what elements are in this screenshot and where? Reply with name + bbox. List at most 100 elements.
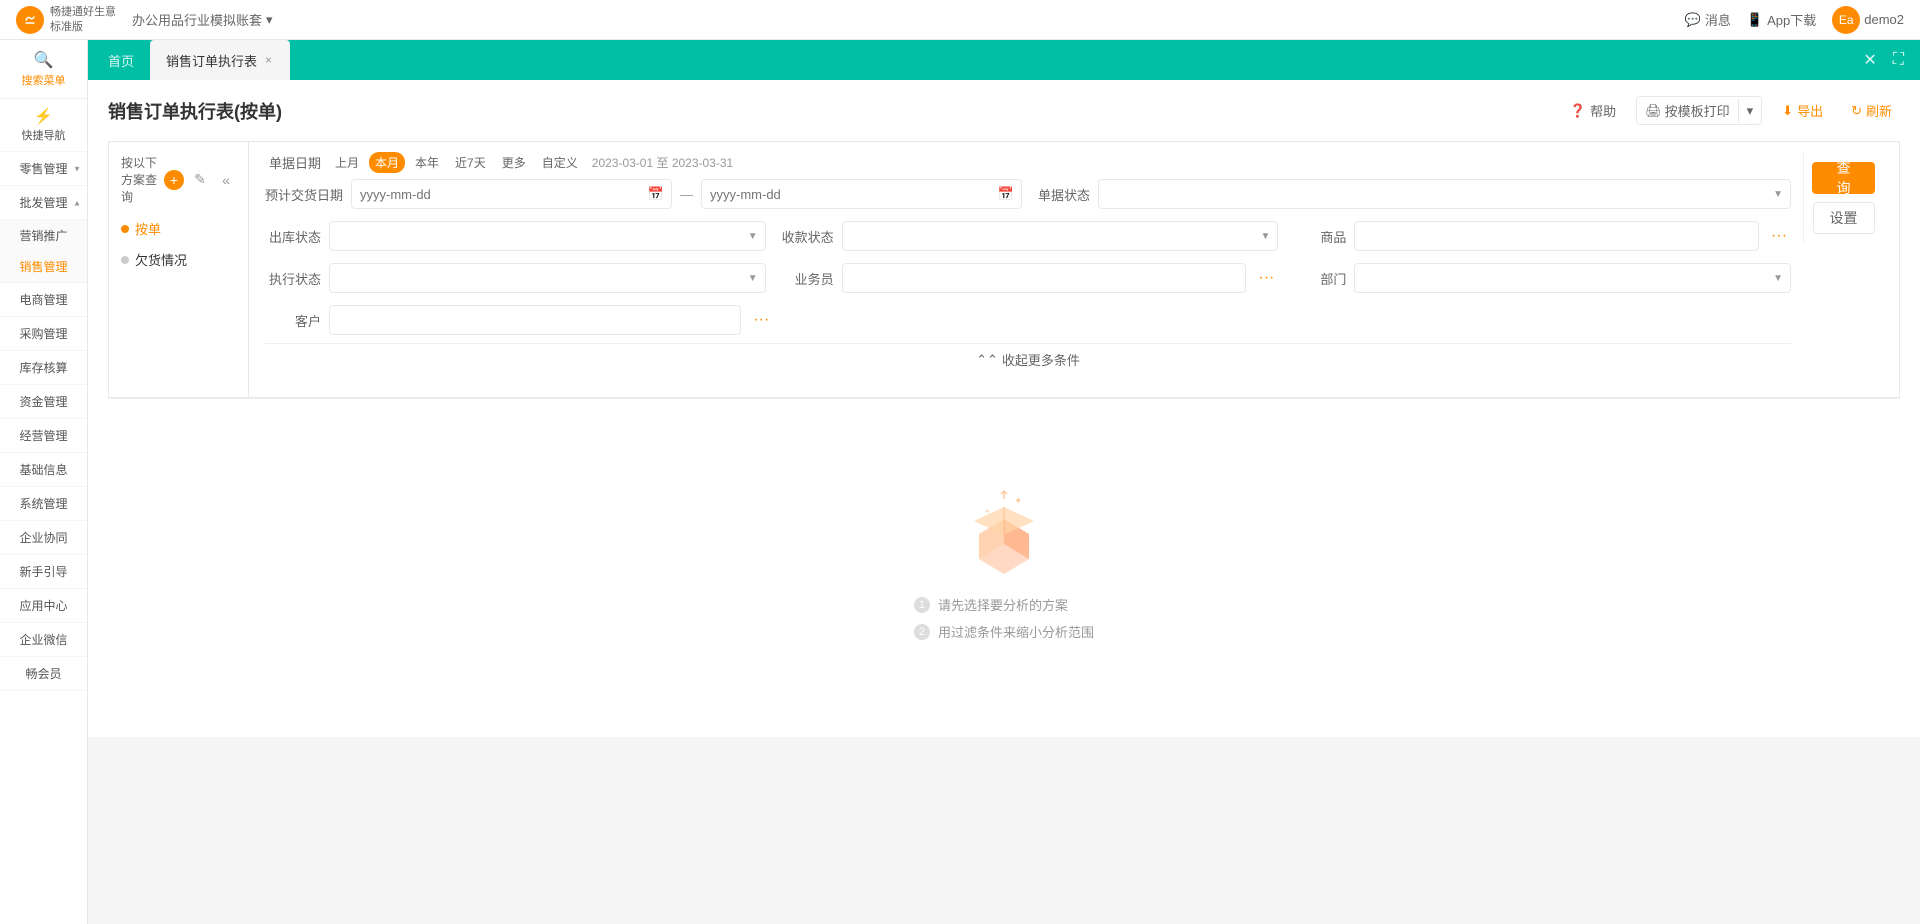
print-btn-group: 🖨 按模板打印 ▾ — [1636, 96, 1762, 125]
collapse-sidebar-button[interactable]: « — [216, 170, 236, 190]
refresh-button[interactable]: ↻ 刷新 — [1843, 97, 1900, 124]
logo-area: 畅捷通好生意 标准版 — [16, 5, 116, 34]
delivery-status-group: 出库状态 ▼ — [265, 221, 766, 251]
collection-status-group: 收款状态 ▼ — [778, 221, 1279, 251]
sidebar-item-system[interactable]: 系统管理 — [0, 487, 87, 521]
empty-state: ✦ ✦ 1 请先选择要分析的方案 2 用过滤条件来缩小分析范围 — [108, 399, 1900, 721]
sidebar-item-retail[interactable]: 零售管理 — [0, 152, 87, 186]
salesman-input[interactable] — [842, 263, 1247, 293]
customer-input[interactable] — [329, 305, 741, 335]
message-action[interactable]: 💬 消息 — [1685, 10, 1731, 29]
customer-group: 客户 ··· — [265, 305, 773, 335]
tab-expand-icon[interactable]: ⛶ — [1889, 47, 1908, 73]
single-status-select[interactable] — [1098, 179, 1791, 209]
content-area: 首页 销售订单执行表 × ✕ ⛶ 销售订单执行表(按单) — [88, 40, 1920, 924]
add-plan-button[interactable]: + — [164, 170, 184, 190]
plan-item-order[interactable]: 按单 — [109, 213, 248, 244]
single-status-label: 单据状态 — [1034, 185, 1090, 204]
sidebar-item-marketing[interactable]: 营销推广 — [0, 220, 87, 251]
goods-more-icon[interactable]: ··· — [1767, 227, 1791, 245]
query-button[interactable]: 查询 — [1812, 162, 1875, 194]
tab-close-icon[interactable]: × — [263, 53, 274, 67]
sidebar-item-business[interactable]: 经营管理 — [0, 419, 87, 453]
expected-date-group: 预计交货日期 📅 — 📅 — [265, 179, 1022, 209]
export-icon: ⬇ — [1782, 103, 1793, 119]
date-prev-month-btn[interactable]: 上月 — [329, 152, 365, 173]
company-selector[interactable]: 办公用品行业模拟账套 ▾ — [124, 6, 281, 33]
sidebar-search[interactable]: 🔍 搜索菜单 — [0, 40, 87, 99]
date-this-year-btn[interactable]: 本年 — [409, 152, 445, 173]
delivery-status-select[interactable] — [329, 221, 766, 251]
tab-home[interactable]: 首页 — [92, 40, 150, 80]
edit-plan-button[interactable]: ✎ — [190, 170, 210, 190]
expected-date-end-input[interactable] — [701, 179, 1022, 209]
page-title: 销售订单执行表(按单) — [108, 98, 282, 124]
date-more-btn[interactable]: 更多 — [496, 152, 532, 173]
main-layout: 🔍 搜索菜单 ⚡ 快捷导航 零售管理 批发管理 营销推广 销售管理 电商管理 采… — [0, 40, 1920, 924]
date-label: 单据日期 — [265, 153, 321, 172]
company-arrow-icon: ▾ — [266, 12, 273, 28]
sidebar-item-corpwx[interactable]: 企业微信 — [0, 623, 87, 657]
svg-text:✦: ✦ — [1014, 496, 1022, 507]
export-button[interactable]: ⬇ 导出 — [1774, 97, 1831, 124]
sidebar-item-ecommerce[interactable]: 电商管理 — [0, 283, 87, 317]
settings-button[interactable]: 设置 — [1813, 202, 1875, 234]
exec-status-select[interactable] — [329, 263, 766, 293]
user-info[interactable]: Ea demo2 — [1832, 6, 1904, 34]
print-dropdown-button[interactable]: ▾ — [1739, 99, 1762, 123]
plan-item-shortage[interactable]: 欠货情况 — [109, 244, 248, 275]
expected-date-label: 预计交货日期 — [265, 185, 343, 204]
tab-bar: 首页 销售订单执行表 × ✕ ⛶ — [88, 40, 1920, 80]
date-last7-btn[interactable]: 近7天 — [449, 152, 492, 173]
sidebar-item-quicknav[interactable]: ⚡ 快捷导航 — [0, 99, 87, 152]
sidebar-item-newguide[interactable]: 新手引导 — [0, 555, 87, 589]
date-this-month-btn[interactable]: 本月 — [369, 152, 405, 173]
print-button[interactable]: 🖨 按模板打印 — [1637, 97, 1738, 124]
customer-more-icon[interactable]: ··· — [749, 311, 773, 329]
expected-date-start-input[interactable] — [351, 179, 672, 209]
dept-select-wrap: ▼ — [1354, 263, 1791, 293]
exec-status-label: 执行状态 — [265, 269, 321, 288]
sidebar-item-basic[interactable]: 基础信息 — [0, 453, 87, 487]
expected-date-end-wrap: 📅 — [701, 179, 1022, 209]
dept-label: 部门 — [1290, 269, 1346, 288]
app-download-action[interactable]: 📱 App下载 — [1747, 10, 1816, 29]
sidebar-item-wholesale[interactable]: 批发管理 — [0, 186, 87, 220]
collection-status-select[interactable] — [842, 221, 1279, 251]
date-sep: — — [680, 187, 693, 202]
header-right: 💬 消息 📱 App下载 Ea demo2 — [1685, 6, 1904, 34]
goods-label: 商品 — [1290, 227, 1346, 246]
sidebar-item-finance[interactable]: 资金管理 — [0, 385, 87, 419]
page-inner: 销售订单执行表(按单) ❓ 帮助 🖨 按模板打印 — [88, 80, 1920, 737]
sidebar-item-purchase[interactable]: 采购管理 — [0, 317, 87, 351]
salesman-group: 业务员 ··· — [778, 263, 1279, 293]
tab-close-all-icon[interactable]: ✕ — [1859, 46, 1880, 74]
sidebar-item-inventory[interactable]: 库存核算 — [0, 351, 87, 385]
salesman-more-icon[interactable]: ··· — [1254, 269, 1278, 287]
help-button[interactable]: ❓ 帮助 — [1562, 97, 1624, 124]
tip-num-2: 2 — [914, 624, 930, 640]
dept-select[interactable] — [1354, 263, 1791, 293]
goods-group: 商品 ··· — [1290, 221, 1791, 251]
message-icon: 💬 — [1685, 12, 1701, 28]
tab-sales-order[interactable]: 销售订单执行表 × — [150, 40, 290, 80]
sidebar-item-appcenter[interactable]: 应用中心 — [0, 589, 87, 623]
date-custom-btn[interactable]: 自定义 — [536, 152, 584, 173]
page-actions: ❓ 帮助 🖨 按模板打印 ▾ — [1562, 96, 1900, 125]
delivery-status-select-wrap: ▼ — [329, 221, 766, 251]
filter-content: 单据日期 上月 本月 本年 近7天 更多 自定义 2023-03-01 至 20… — [249, 142, 1899, 397]
empty-illustration: ✦ ✦ — [954, 479, 1054, 579]
exec-status-select-wrap: ▼ — [329, 263, 766, 293]
single-status-group: 单据状态 ▼ — [1034, 179, 1791, 209]
exec-status-group: 执行状态 ▼ — [265, 263, 766, 293]
collection-status-label: 收款状态 — [778, 227, 834, 246]
expected-date-start-wrap: 📅 — [351, 179, 672, 209]
sidebar-item-sales[interactable]: 销售管理 — [0, 251, 87, 282]
sidebar-item-collab[interactable]: 企业协同 — [0, 521, 87, 555]
delivery-status-label: 出库状态 — [265, 227, 321, 246]
collapse-filter-button[interactable]: ⌃⌃ 收起更多条件 — [265, 343, 1791, 375]
filter-body: 按以下方案查询 + ✎ « 按单 — [108, 141, 1900, 398]
goods-input[interactable] — [1354, 221, 1759, 251]
sidebar-item-member[interactable]: 畅会员 — [0, 657, 87, 691]
filter-actions-col: 查询 设置 — [1803, 152, 1883, 244]
